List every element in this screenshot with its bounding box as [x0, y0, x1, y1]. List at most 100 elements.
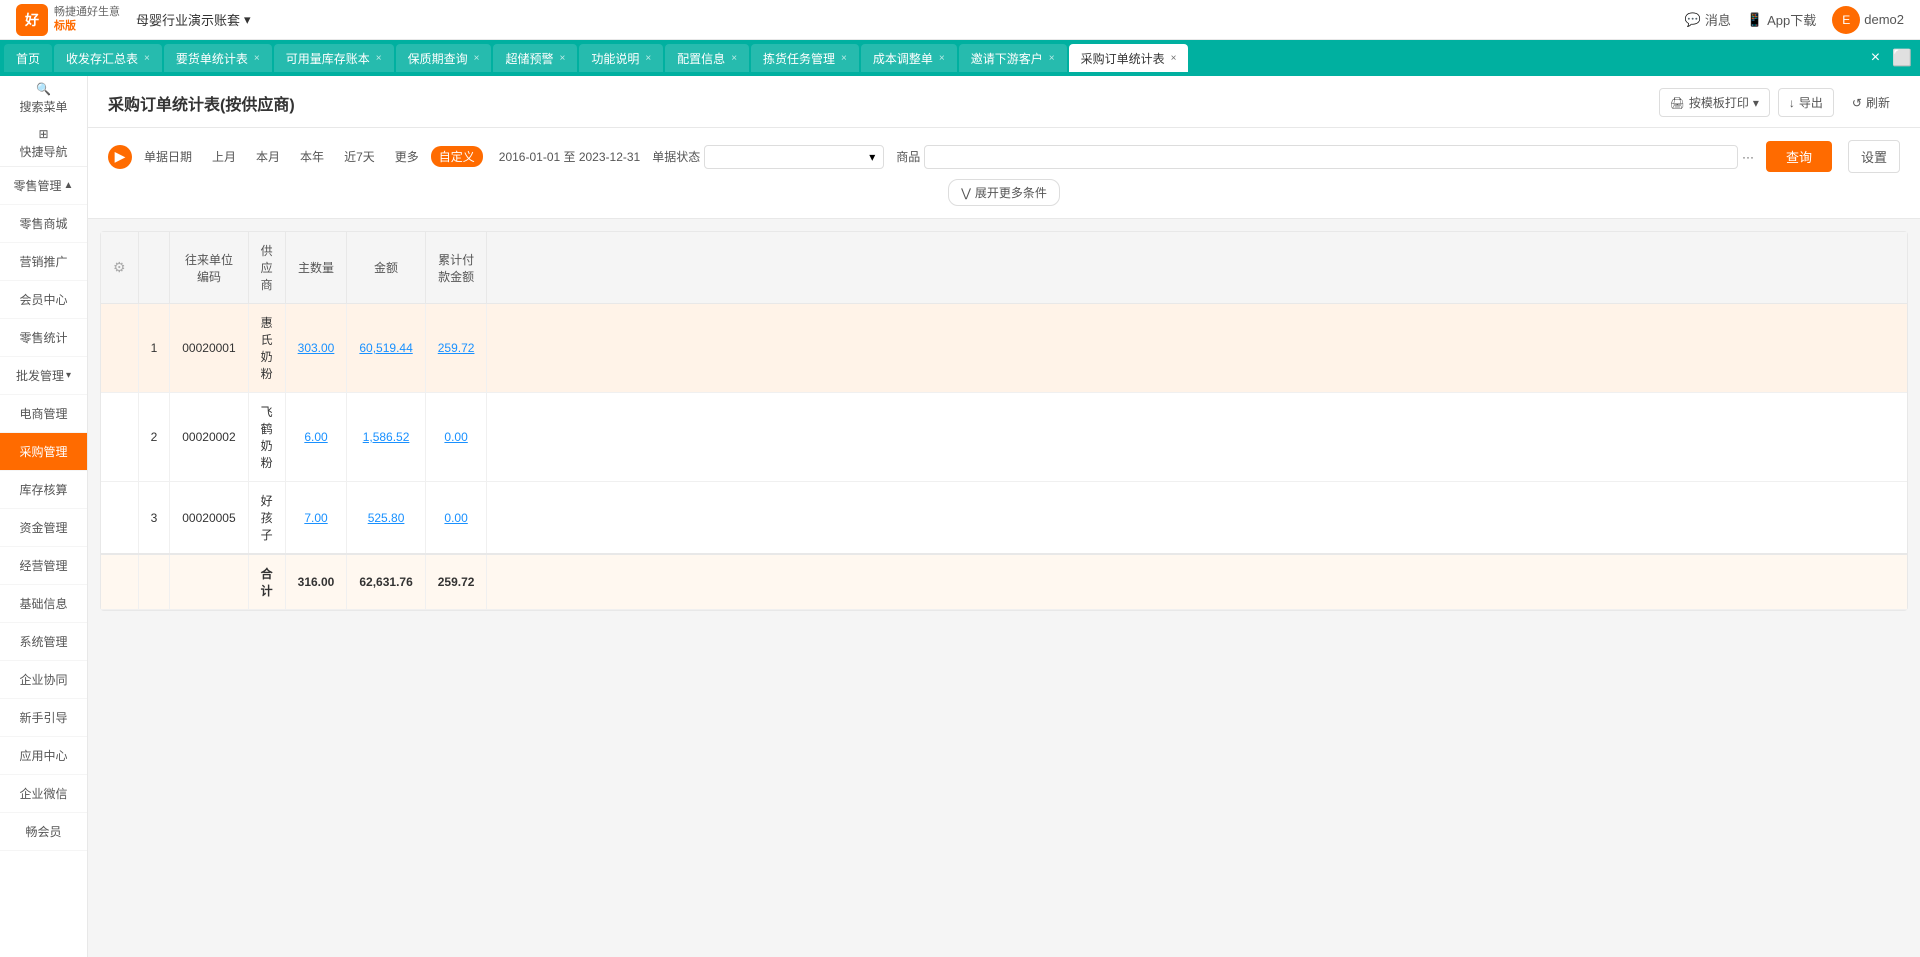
chevron-down-icon: ⋁	[961, 186, 971, 200]
row-extra	[487, 482, 1907, 555]
query-button[interactable]: 查询	[1766, 141, 1832, 172]
status-select[interactable]: ▾	[704, 145, 884, 169]
table-row[interactable]: 1 00020001 惠氏奶粉 303.00 60,519.44 259.72	[101, 304, 1907, 393]
tab-home[interactable]: 首页	[4, 44, 52, 72]
print-button[interactable]: 🖨 按模板打印 ▾	[1659, 88, 1770, 117]
settings-button[interactable]: 设置	[1848, 140, 1900, 173]
close-icon[interactable]: ×	[1049, 53, 1055, 64]
company-selector[interactable]: 母婴行业演示账套 ▾	[128, 6, 259, 33]
user-menu[interactable]: E demo2	[1832, 6, 1904, 34]
close-icon[interactable]: ×	[939, 53, 945, 64]
sidebar-item-basic-info[interactable]: 基础信息	[0, 585, 87, 623]
footer-quantity: 316.00	[285, 554, 347, 610]
col-amount-header: 金额	[347, 232, 425, 304]
table-row[interactable]: 3 00020005 好孩子 7.00 525.80 0.00	[101, 482, 1907, 555]
sidebar-item-app-center[interactable]: 应用中心	[0, 737, 87, 775]
sidebar-item-sys-mgmt[interactable]: 系统管理	[0, 623, 87, 661]
row-extra	[487, 393, 1907, 482]
sidebar-item-retail-stats[interactable]: 零售统计	[0, 319, 87, 357]
status-filter: 单据状态 ▾	[652, 145, 884, 169]
row-quantity[interactable]: 303.00	[285, 304, 347, 393]
sidebar-item-batch-mgmt[interactable]: 批发管理 ▾	[0, 357, 87, 395]
date-btn-this-month[interactable]: 本月	[248, 146, 288, 167]
product-more-button[interactable]: ···	[1742, 150, 1754, 164]
settings-icon[interactable]: ⚙	[113, 259, 126, 275]
sidebar-item-member[interactable]: 畅会员	[0, 813, 87, 851]
date-btn-custom[interactable]: 自定义	[431, 146, 483, 167]
close-icon[interactable]: ×	[376, 53, 382, 64]
tab-拣货任务管理[interactable]: 拣货任务管理 ×	[751, 44, 859, 72]
row-index: 3	[138, 482, 170, 555]
row-paid-amount[interactable]: 0.00	[425, 482, 487, 555]
content-area: 采购订单统计表(按供应商) 🖨 按模板打印 ▾ ↓ 导出 ↺ 刷新	[88, 76, 1920, 957]
refresh-button[interactable]: ↺ 刷新	[1842, 89, 1900, 116]
chevron-down-icon: ▾	[66, 370, 71, 381]
row-supplier-code: 00020002	[170, 393, 248, 482]
sidebar-item-retail-mgmt[interactable]: 零售管理 ▲	[0, 167, 87, 205]
footer-label: 合计	[248, 554, 285, 610]
status-filter-label: 单据状态	[652, 148, 700, 165]
row-amount[interactable]: 525.80	[347, 482, 425, 555]
tab-保质期查询[interactable]: 保质期查询 ×	[396, 44, 492, 72]
close-icon[interactable]: ×	[144, 53, 150, 64]
tab-要货单统计表[interactable]: 要货单统计表 ×	[164, 44, 272, 72]
row-supplier-code: 00020001	[170, 304, 248, 393]
close-icon[interactable]: ×	[645, 53, 651, 64]
tab-可用量库存账本[interactable]: 可用量库存账本 ×	[274, 44, 394, 72]
sidebar-search-button[interactable]: 🔍 搜索菜单	[0, 76, 87, 121]
sidebar-item-enterprise[interactable]: 企业协同	[0, 661, 87, 699]
sidebar-item-member-center[interactable]: 会员中心	[0, 281, 87, 319]
filter-expand-row: ⋁ 展开更多条件	[108, 173, 1900, 206]
expand-more-button[interactable]: ⋁ 展开更多条件	[948, 179, 1060, 206]
tab-收发存汇总表[interactable]: 收发存汇总表 ×	[54, 44, 162, 72]
restore-tabs-button[interactable]: ⬜	[1888, 46, 1916, 70]
date-btn-last-month[interactable]: 上月	[204, 146, 244, 167]
sidebar: 🔍 搜索菜单 ⊞ 快捷导航 零售管理 ▲ 零售商城 营销推广 会员中心 零售统计…	[0, 76, 88, 957]
tab-配置信息[interactable]: 配置信息 ×	[665, 44, 749, 72]
sidebar-quick-nav-button[interactable]: ⊞ 快捷导航	[0, 121, 87, 167]
sidebar-item-corp-wechat[interactable]: 企业微信	[0, 775, 87, 813]
close-icon[interactable]: ×	[254, 53, 260, 64]
close-all-tabs-button[interactable]: ×	[1867, 47, 1884, 69]
tab-成本调整单[interactable]: 成本调整单 ×	[861, 44, 957, 72]
sidebar-item-retail-mall[interactable]: 零售商城	[0, 205, 87, 243]
tab-功能说明[interactable]: 功能说明 ×	[579, 44, 663, 72]
row-paid-amount[interactable]: 259.72	[425, 304, 487, 393]
footer-code-col	[170, 554, 248, 610]
row-paid-amount[interactable]: 0.00	[425, 393, 487, 482]
date-btn-this-year[interactable]: 本年	[292, 146, 332, 167]
sidebar-item-finance[interactable]: 资金管理	[0, 509, 87, 547]
sidebar-item-inventory[interactable]: 库存核算	[0, 471, 87, 509]
sidebar-item-ecom-mgmt[interactable]: 电商管理	[0, 395, 87, 433]
sidebar-item-new-guide[interactable]: 新手引导	[0, 699, 87, 737]
col-quantity-header: 主数量	[285, 232, 347, 304]
nav-tabs: 首页 收发存汇总表 × 要货单统计表 × 可用量库存账本 × 保质期查询 × 超…	[0, 40, 1920, 76]
date-btn-more[interactable]: 更多	[387, 146, 427, 167]
close-icon[interactable]: ×	[1171, 53, 1177, 64]
tab-邀请下游客户[interactable]: 邀请下游客户 ×	[959, 44, 1067, 72]
sidebar-item-marketing[interactable]: 营销推广	[0, 243, 87, 281]
close-icon[interactable]: ×	[559, 53, 565, 64]
sidebar-item-purchase-mgmt[interactable]: 采购管理	[0, 433, 87, 471]
filter-toggle-button[interactable]: ▶	[108, 145, 132, 169]
sidebar-item-ops-mgmt[interactable]: 经营管理	[0, 547, 87, 585]
row-amount[interactable]: 60,519.44	[347, 304, 425, 393]
col-settings-header[interactable]: ⚙	[101, 232, 138, 304]
export-button[interactable]: ↓ 导出	[1778, 88, 1834, 117]
table-row[interactable]: 2 00020002 飞鹤奶粉 6.00 1,586.52 0.00	[101, 393, 1907, 482]
footer-paid-amount: 259.72	[425, 554, 487, 610]
product-search-input[interactable]	[924, 145, 1738, 169]
col-supplier-name-header: 供应商	[248, 232, 285, 304]
close-icon[interactable]: ×	[474, 53, 480, 64]
tab-超储预警[interactable]: 超储预警 ×	[493, 44, 577, 72]
table-header-row: ⚙ 往来单位编码 供应商 主数量 金额 累计付款金额	[101, 232, 1907, 304]
row-quantity[interactable]: 6.00	[285, 393, 347, 482]
app-download-button[interactable]: 📱 App下载	[1747, 10, 1816, 29]
row-quantity[interactable]: 7.00	[285, 482, 347, 555]
date-btn-7days[interactable]: 近7天	[336, 146, 383, 167]
close-icon[interactable]: ×	[731, 53, 737, 64]
tab-采购订单统计表[interactable]: 采购订单统计表 ×	[1069, 44, 1189, 72]
row-amount[interactable]: 1,586.52	[347, 393, 425, 482]
close-icon[interactable]: ×	[841, 53, 847, 64]
message-button[interactable]: 💬 消息	[1685, 10, 1731, 29]
